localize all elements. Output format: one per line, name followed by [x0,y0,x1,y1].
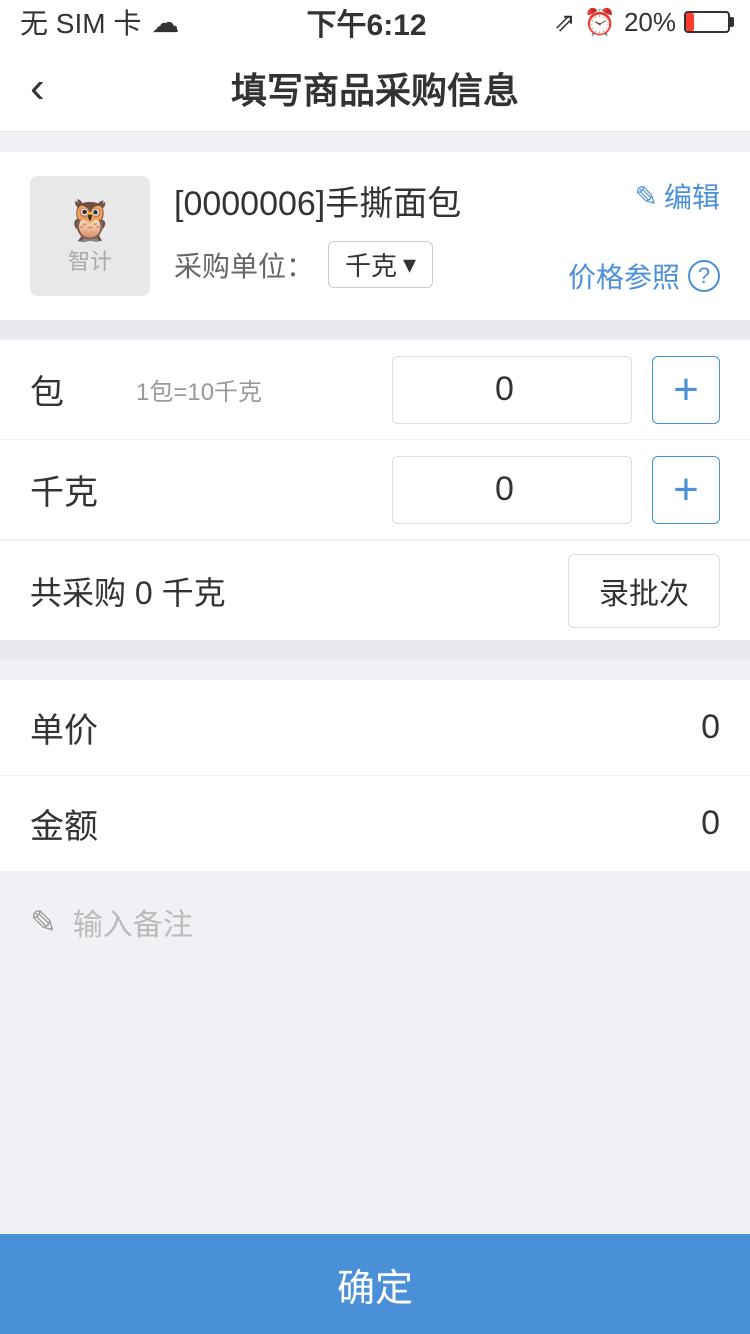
package-quantity-input[interactable] [392,356,632,424]
total-row: 共采购 0 千克 录批次 [0,540,750,640]
amount-value: 0 [701,804,720,843]
battery-icon [684,11,730,33]
alarm-icon: ⏰ [584,7,616,38]
section-divider-2 [0,640,750,660]
unit-value: 千克 [345,246,397,283]
total-label: 共采购 0 千克 [30,568,568,614]
product-card: 🦉 智计 [0000006]手撕面包 采购单位： 千克 ▾ ✎ 编辑 价格参照 … [0,152,750,320]
product-logo-text: 智计 [68,244,112,276]
unit-price-value: 0 [701,708,720,747]
pencil-icon: ✎ [30,903,57,941]
unit-price-row: 单价 0 [0,680,750,776]
chevron-down-icon: ▾ [403,249,416,280]
price-ref-circle-icon: ? [688,260,720,292]
battery-percent: 20% [624,7,676,38]
product-logo-icon: 🦉 [65,197,115,244]
unit-select[interactable]: 千克 ▾ [328,241,433,288]
kg-quantity-input[interactable] [392,456,632,524]
page-title: 填写商品采购信息 [231,62,519,114]
edit-icon: ✎ [635,180,658,213]
status-right: ⇗ ⏰ 20% [554,7,730,38]
remark-section[interactable]: ✎ 输入备注 [0,872,750,972]
battery-fill [686,13,694,31]
package-sublabel: 1包=10千克 [136,372,262,407]
kg-label: 千克 [30,465,110,514]
quantity-input-section: 包 1包=10千克 + 千克 + 共采购 0 千克 录批次 [0,340,750,640]
amount-row: 金额 0 [0,776,750,872]
wifi-icon: ☁ [151,6,179,39]
section-divider-1 [0,320,750,340]
remark-placeholder: 输入备注 [73,900,193,944]
edit-label: 编辑 [664,176,720,216]
nav-bar: ‹ 填写商品采购信息 [0,44,750,132]
kg-input-row: 千克 + [0,440,750,540]
back-button[interactable]: ‹ [30,66,45,110]
edit-button[interactable]: ✎ 编辑 [635,176,720,216]
kg-plus-button[interactable]: + [652,456,720,524]
unit-label: 采购单位： [174,245,314,285]
sim-status: 无 SIM 卡 [20,2,141,42]
price-ref-label: 价格参照 [568,256,680,296]
price-reference-button[interactable]: 价格参照 ? [568,256,720,296]
product-thumbnail: 🦉 智计 [30,176,150,296]
status-bar: 无 SIM 卡 ☁ 下午6:12 ⇗ ⏰ 20% [0,0,750,44]
package-label: 包 [30,365,110,414]
confirm-button[interactable]: 确定 [0,1234,750,1334]
content-spacer [0,972,750,1272]
batch-button[interactable]: 录批次 [568,554,720,628]
price-info-section: 单价 0 金额 0 [0,680,750,872]
unit-price-label: 单价 [30,703,701,752]
status-left: 无 SIM 卡 ☁ [20,2,179,42]
package-input-row: 包 1包=10千克 + [0,340,750,440]
status-time: 下午6:12 [307,0,427,44]
location-icon: ⇗ [554,7,576,38]
confirm-label: 确定 [337,1257,413,1312]
amount-label: 金额 [30,799,701,848]
package-plus-button[interactable]: + [652,356,720,424]
